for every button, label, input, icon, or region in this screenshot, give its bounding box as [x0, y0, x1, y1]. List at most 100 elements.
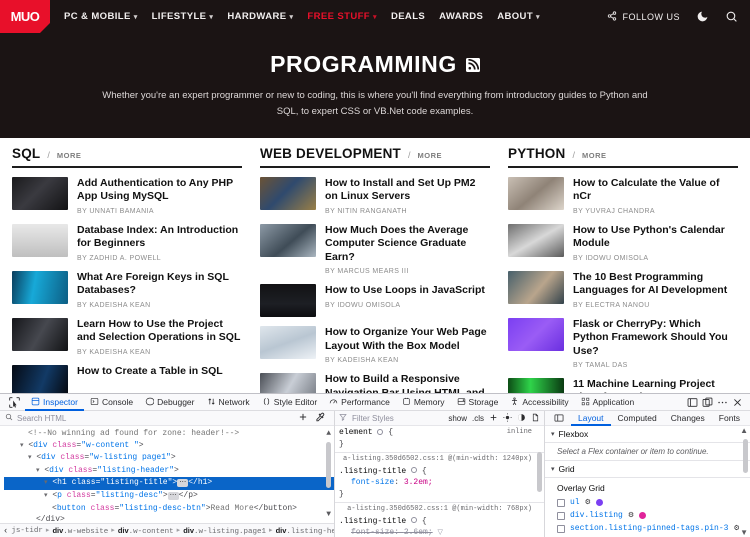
devtools-tab-storage[interactable]: Storage: [451, 394, 505, 411]
site-logo[interactable]: MUO: [0, 0, 50, 33]
rules-scrollbar[interactable]: [535, 426, 544, 537]
expand-ellipsis[interactable]: ⋯: [167, 491, 179, 500]
article-thumbnail[interactable]: [12, 270, 68, 304]
grid-section-header[interactable]: ▾ Grid: [545, 461, 750, 478]
article-card[interactable]: Learn How to Use the Project and Selecti…: [12, 309, 242, 356]
article-card[interactable]: Add Authentication to Any PHP App Using …: [12, 168, 242, 215]
rule-toggle-icon[interactable]: [411, 467, 418, 474]
devtools-tab-memory[interactable]: Memory: [396, 394, 451, 411]
article-thumbnail[interactable]: [508, 317, 564, 351]
article-thumbnail[interactable]: [12, 364, 68, 393]
dom-tree-node[interactable]: ▾ <div class="listing-header">: [4, 465, 334, 478]
css-selector[interactable]: .listing-title: [339, 517, 406, 526]
css-selector[interactable]: .listing-title: [339, 467, 406, 476]
article-thumbnail[interactable]: [260, 284, 316, 318]
article-title[interactable]: How to Use Loops in JavaScript: [325, 284, 490, 297]
layout-sidebar-toggle-icon[interactable]: [547, 411, 571, 426]
scroll-up-icon[interactable]: ▲: [740, 426, 748, 435]
article-card[interactable]: The 10 Best Programming Languages for AI…: [508, 262, 738, 309]
twisty-icon[interactable]: ▾: [20, 442, 24, 450]
breadcrumb-item-1[interactable]: div.w-website: [52, 526, 108, 536]
scroll-up-icon[interactable]: ▲: [326, 428, 331, 440]
article-card[interactable]: How Much Does the Average Computer Scien…: [260, 215, 490, 275]
dom-tree-node[interactable]: ▾ <p class="listing-desc"> ⋯ </p>: [4, 490, 334, 503]
devtools-tab-inspector[interactable]: Inspector: [25, 394, 84, 411]
article-thumbnail[interactable]: [508, 177, 564, 210]
article-title[interactable]: How Much Does the Average Computer Scien…: [325, 224, 490, 264]
article-title[interactable]: How to Install and Set Up PM2 on Linux S…: [325, 177, 490, 204]
article-thumbnail[interactable]: [508, 377, 564, 393]
layout-tab-changes[interactable]: Changes: [664, 411, 712, 426]
filter-styles-input[interactable]: Filter Styles: [352, 414, 394, 423]
article-title[interactable]: What Are Foreign Keys in SQL Databases?: [77, 271, 242, 298]
twisty-icon[interactable]: ▾: [44, 479, 48, 487]
flexbox-section-header[interactable]: ▾ Flexbox: [545, 426, 750, 443]
dom-tree[interactable]: <!--No winning ad found for zone: header…: [0, 426, 334, 523]
article-card[interactable]: What Are Foreign Keys in SQL Databases? …: [12, 262, 242, 309]
article-thumbnail[interactable]: [260, 223, 316, 257]
dom-tree-node[interactable]: <button class="listing-desc-btn">Read Mo…: [4, 503, 334, 515]
nav-item-5[interactable]: AWARDS: [439, 11, 483, 22]
article-title[interactable]: 11 Machine Learning Project Ideas for Be…: [573, 378, 738, 393]
layout-scrollbar[interactable]: ▲ ▼: [740, 426, 750, 537]
article-title[interactable]: Add Authentication to Any PHP App Using …: [77, 177, 242, 204]
gear-icon[interactable]: ⚙: [733, 524, 739, 533]
dom-tree-node[interactable]: ▾ <div class="w-content ">: [4, 440, 334, 453]
light-scheme-icon[interactable]: [503, 412, 512, 424]
article-thumbnail[interactable]: [260, 177, 316, 210]
css-declaration[interactable]: font-size: 3.2em;: [339, 477, 534, 489]
devtools-tab-accessibility[interactable]: Accessibility: [504, 394, 574, 411]
breadcrumb-scroll-left-icon[interactable]: ‹: [3, 526, 8, 536]
overlay-grid-checkbox[interactable]: [557, 524, 565, 533]
nav-item-4[interactable]: DEALS: [391, 11, 425, 22]
scroll-down-icon[interactable]: ▼: [326, 509, 331, 521]
nav-item-0[interactable]: PC & MOBILE ▾: [64, 11, 138, 22]
article-card[interactable]: How to Create a Table in SQL: [12, 356, 242, 393]
rule-source[interactable]: a-listing.350d6502.css:1 @(min-width: 12…: [339, 454, 534, 466]
article-card[interactable]: How to Calculate the Value of nCr BY YUV…: [508, 168, 738, 215]
layout-tab-layout[interactable]: Layout: [571, 411, 611, 426]
article-title[interactable]: How to Calculate the Value of nCr: [573, 177, 738, 204]
column-more-link[interactable]: MORE: [418, 151, 443, 160]
rule-source[interactable]: a-listing.350d6502.css:1 @(min-width: 76…: [339, 504, 534, 516]
article-title[interactable]: How to Create a Table in SQL: [77, 365, 242, 378]
filter-icon[interactable]: ▽: [437, 529, 442, 537]
css-value[interactable]: 2.6em;: [404, 528, 433, 537]
css-selector-line[interactable]: .listing-title {: [339, 516, 534, 528]
close-devtools-icon[interactable]: [731, 396, 744, 409]
dom-tree-node[interactable]: ▾ <h1 class="listing-title"> ⋯ </h1>: [4, 477, 334, 490]
article-title[interactable]: The 10 Best Programming Languages for AI…: [573, 271, 738, 298]
css-selector-line[interactable]: .listing-title {: [339, 466, 534, 478]
breadcrumb-item-0[interactable]: js-tidr: [11, 527, 43, 535]
toggle-class-button[interactable]: .cls: [472, 414, 484, 423]
devtools-tab-network[interactable]: Network: [201, 394, 256, 411]
article-thumbnail[interactable]: [12, 317, 68, 351]
article-card[interactable]: Database Index: An Introduction for Begi…: [12, 215, 242, 262]
layout-tab-fonts[interactable]: Fonts: [712, 411, 747, 426]
responsive-design-mode-icon[interactable]: [686, 396, 699, 409]
css-rules-list[interactable]: inline element { } a-listing.350d6502.cs…: [335, 426, 544, 537]
search-input[interactable]: Search HTML: [17, 414, 66, 423]
overlay-grid-name[interactable]: section.listing-pinned-tags.pin-3: [570, 524, 728, 533]
rule-toggle-icon[interactable]: [411, 517, 418, 524]
dom-tree-node[interactable]: ▾ <div class="w-listing page1">: [4, 452, 334, 465]
css-property[interactable]: font-size: [339, 528, 394, 537]
column-more-link[interactable]: MORE: [582, 151, 607, 160]
article-thumbnail[interactable]: [260, 326, 316, 360]
html-search-bar[interactable]: Search HTML: [0, 411, 334, 426]
article-card[interactable]: How to Install and Set Up PM2 on Linux S…: [260, 168, 490, 215]
column-more-link[interactable]: MORE: [57, 151, 82, 160]
article-thumbnail[interactable]: [508, 270, 564, 304]
rss-icon[interactable]: [465, 57, 480, 72]
article-card[interactable]: How to Organize Your Web Page Layout Wit…: [260, 317, 490, 364]
scroll-down-icon[interactable]: ▼: [740, 528, 748, 537]
overlay-grid-checkbox[interactable]: [557, 498, 565, 507]
breadcrumb-item-3[interactable]: div.w-listing.page1: [183, 526, 266, 536]
article-title[interactable]: Flask or CherryPy: Which Python Framewor…: [573, 318, 738, 358]
article-title[interactable]: Database Index: An Introduction for Begi…: [77, 224, 242, 251]
article-title[interactable]: How to Use Python's Calendar Module: [573, 224, 738, 251]
dock-panel-icon[interactable]: [701, 396, 714, 409]
article-card[interactable]: Flask or CherryPy: Which Python Framewor…: [508, 309, 738, 369]
devtools-tab-debugger[interactable]: Debugger: [139, 394, 200, 411]
nav-item-6[interactable]: ABOUT ▾: [497, 11, 540, 22]
